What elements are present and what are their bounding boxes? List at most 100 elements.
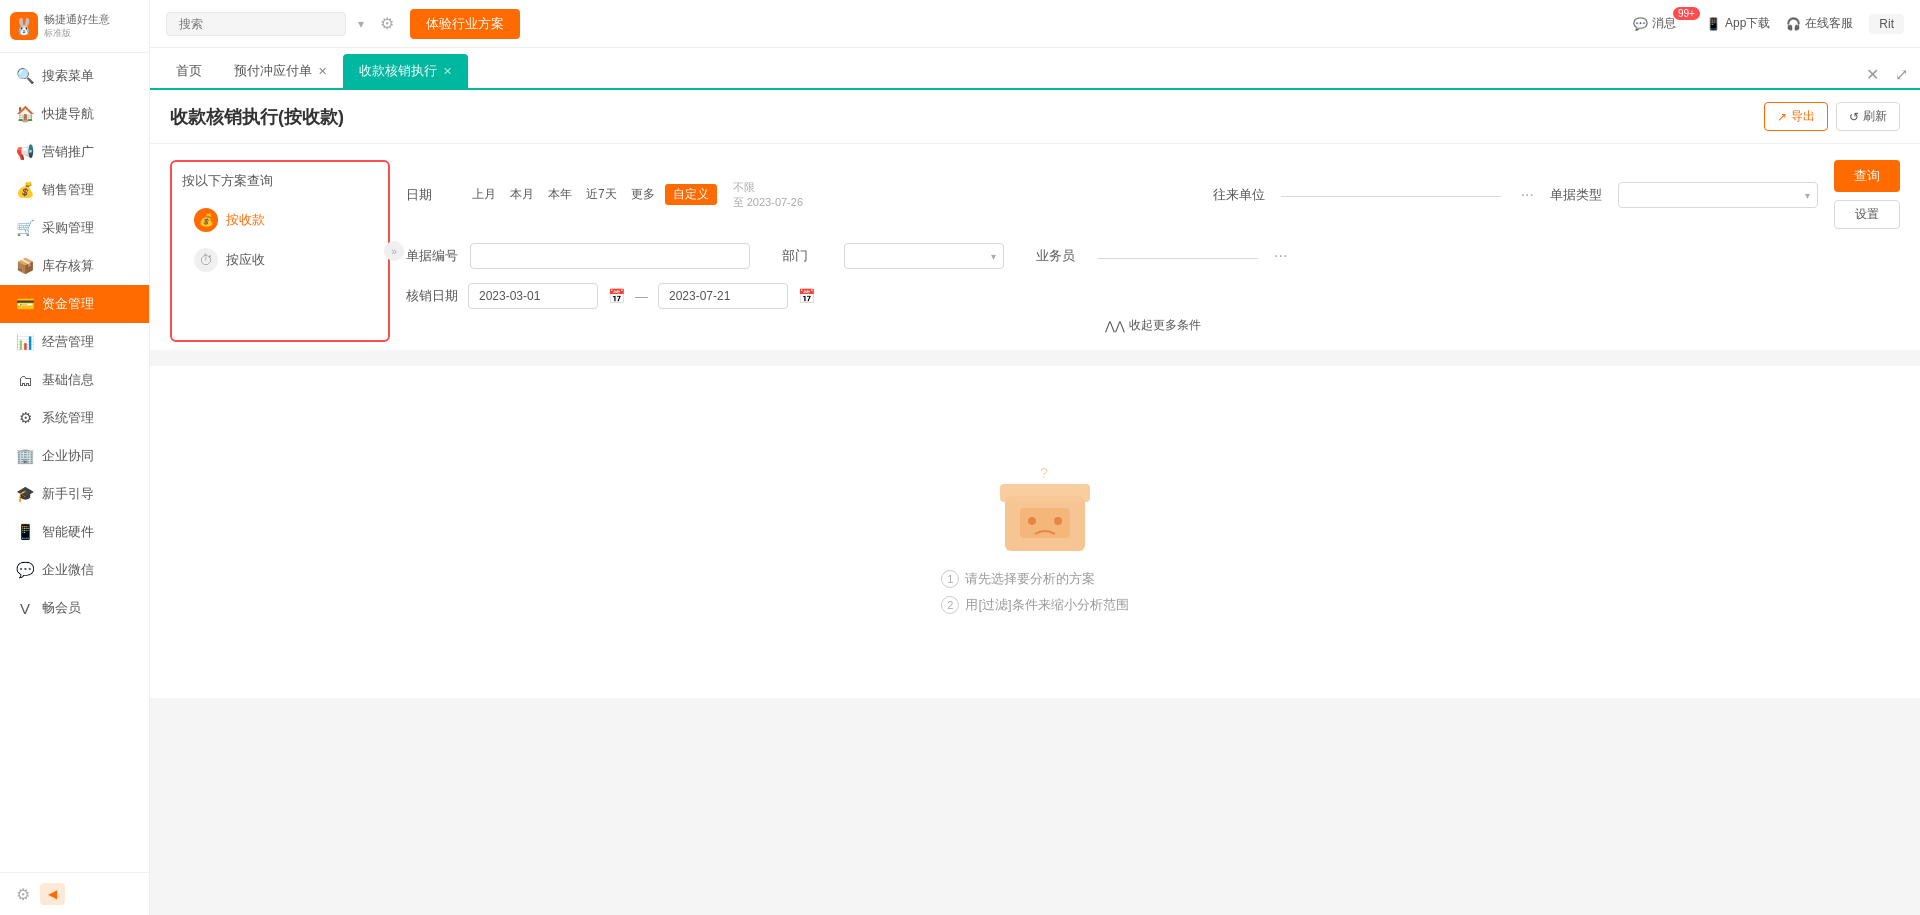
app-download-button[interactable]: 📱 App下载 <box>1706 15 1770 32</box>
filter-row-2: 单据编号 部门 ▾ 业务员 ··· <box>406 243 1900 269</box>
topbar-search-input[interactable] <box>166 12 346 36</box>
tab-home[interactable]: 首页 <box>160 54 218 88</box>
tab-prepay[interactable]: 预付冲应付单 ✕ <box>218 54 343 88</box>
department-label: 部门 <box>782 247 832 265</box>
filter-section: 按以下方案查询 💰 按收款 ⏱ 按应收 » 日期 <box>150 144 1920 350</box>
department-field: ▾ <box>844 243 1004 269</box>
salesperson-dots[interactable]: ··· <box>1274 247 1287 265</box>
query-button[interactable]: 查询 <box>1834 160 1900 192</box>
date-last-month-btn[interactable]: 上月 <box>468 184 500 205</box>
sidebar-item-finance[interactable]: 💳 资金管理 <box>0 285 149 323</box>
tab-receipt-verify[interactable]: 收款核销执行 ✕ <box>343 54 468 88</box>
sidebar-label-operation: 经营管理 <box>42 333 94 351</box>
sidebar-label-finance: 资金管理 <box>42 295 94 313</box>
message-button[interactable]: 💬 消息 99+ <box>1633 15 1690 32</box>
tab-receipt-close-icon[interactable]: ✕ <box>443 65 452 78</box>
verify-date-separator: — <box>635 289 648 304</box>
message-icon: 💬 <box>1633 17 1648 31</box>
collapse-up-icon: ⋀⋀ <box>1105 319 1125 333</box>
filter-sidebar-collapse-icon[interactable]: » <box>384 241 404 261</box>
verify-date-start-calendar-icon[interactable]: 📅 <box>608 288 625 304</box>
sidebar: 🐰 畅捷通好生意 标准版 🔍 搜索菜单 🏠 快捷导航 📢 营销推广 💰 销售管理… <box>0 0 150 915</box>
vip-nav-icon: V <box>16 600 34 617</box>
sidebar-item-purchase[interactable]: 🛒 采购管理 <box>0 209 149 247</box>
department-select[interactable] <box>844 243 1004 269</box>
verify-date-start-input[interactable] <box>468 283 598 309</box>
guide-nav-icon: 🎓 <box>16 485 34 503</box>
sidebar-item-enterprise[interactable]: 🏢 企业协同 <box>0 437 149 475</box>
tab-close-all-button[interactable]: ✕ <box>1862 61 1883 88</box>
sales-nav-icon: 💰 <box>16 181 34 199</box>
salesperson-label: 业务员 <box>1036 247 1086 265</box>
tab-prepay-close-icon[interactable]: ✕ <box>318 65 327 78</box>
filter-actions: 查询 设置 <box>1834 160 1900 229</box>
user-menu[interactable]: Rit <box>1869 14 1904 34</box>
tab-home-label: 首页 <box>176 62 202 80</box>
date-this-year-btn[interactable]: 本年 <box>544 184 576 205</box>
verify-date-end-calendar-icon[interactable]: 📅 <box>798 288 815 304</box>
empty-hint-2: 2 用[过滤]条件来缩小分析范围 <box>941 592 1128 618</box>
settings-button[interactable]: 设置 <box>1834 200 1900 229</box>
date-custom-btn[interactable]: 自定义 <box>665 184 717 205</box>
filter-form: 日期 上月 本月 本年 近7天 更多 自定义 不限 至 2023-07-26 <box>406 160 1900 342</box>
topbar-dropdown-icon[interactable]: ▾ <box>358 17 364 31</box>
sidebar-item-guide[interactable]: 🎓 新手引导 <box>0 475 149 513</box>
sidebar-bottom: ⚙ ◀ <box>0 872 149 915</box>
doc-type-select[interactable] <box>1618 182 1818 208</box>
message-badge: 99+ <box>1673 7 1700 20</box>
sidebar-item-quick-nav[interactable]: 🏠 快捷导航 <box>0 95 149 133</box>
service-button[interactable]: 🎧 在线客服 <box>1786 15 1853 32</box>
solution-button[interactable]: 体验行业方案 <box>410 9 520 39</box>
tab-expand-button[interactable]: ⤢ <box>1891 61 1912 88</box>
filter-sidebar: 按以下方案查询 💰 按收款 ⏱ 按应收 » <box>170 160 390 342</box>
sidebar-item-system[interactable]: ⚙ 系统管理 <box>0 399 149 437</box>
doc-number-label: 单据编号 <box>406 247 458 265</box>
settings-bottom-icon[interactable]: ⚙ <box>16 885 30 904</box>
empty-illustration: ? <box>985 446 1085 546</box>
collapse-more-button[interactable]: ⋀⋀ 收起更多条件 <box>1105 317 1201 334</box>
doc-number-input[interactable] <box>470 243 750 269</box>
filter-row-1: 日期 上月 本月 本年 近7天 更多 自定义 不限 至 2023-07-26 <box>406 160 1900 229</box>
purchase-nav-icon: 🛒 <box>16 219 34 237</box>
counterpart-dots[interactable]: ··· <box>1521 186 1534 204</box>
export-button[interactable]: ↗ 导出 <box>1764 102 1828 131</box>
filter-option-by-receipt[interactable]: 💰 按收款 <box>182 200 378 240</box>
sidebar-collapse-button[interactable]: ◀ <box>40 883 65 905</box>
sidebar-item-search[interactable]: 🔍 搜索菜单 <box>0 57 149 95</box>
doc-type-label: 单据类型 <box>1550 186 1602 204</box>
marketing-nav-icon: 📢 <box>16 143 34 161</box>
topbar-gear-icon[interactable]: ⚙ <box>380 14 394 33</box>
by-receivable-icon: ⏱ <box>194 248 218 272</box>
topbar-right: 💬 消息 99+ 📱 App下载 🎧 在线客服 Rit <box>1633 14 1904 34</box>
sidebar-item-inventory[interactable]: 📦 库存核算 <box>0 247 149 285</box>
operation-nav-icon: 📊 <box>16 333 34 351</box>
hardware-nav-icon: 📱 <box>16 523 34 541</box>
export-icon: ↗ <box>1777 110 1787 124</box>
date-more-btn[interactable]: 更多 <box>627 184 659 205</box>
sidebar-item-sales[interactable]: 💰 销售管理 <box>0 171 149 209</box>
page-actions: ↗ 导出 ↺ 刷新 <box>1764 102 1900 131</box>
empty-svg-illustration: ? <box>985 446 1105 556</box>
sidebar-item-hardware[interactable]: 📱 智能硬件 <box>0 513 149 551</box>
app-icon: 📱 <box>1706 17 1721 31</box>
sidebar-label-sales: 销售管理 <box>42 181 94 199</box>
tab-receipt-label: 收款核销执行 <box>359 62 437 80</box>
filter-option-by-receivable[interactable]: ⏱ 按应收 <box>182 240 378 280</box>
counterpart-doctype-section: 往来单位 ··· 单据类型 ▾ <box>1213 160 1900 229</box>
sidebar-item-wechat[interactable]: 💬 企业微信 <box>0 551 149 589</box>
date-last-7days-btn[interactable]: 近7天 <box>582 184 621 205</box>
sidebar-item-marketing[interactable]: 📢 营销推广 <box>0 133 149 171</box>
service-icon: 🎧 <box>1786 17 1801 31</box>
empty-hints: 1 请先选择要分析的方案 2 用[过滤]条件来缩小分析范围 <box>941 566 1128 618</box>
page-title: 收款核销执行(按收款) <box>170 105 344 129</box>
hint-text-1: 请先选择要分析的方案 <box>965 566 1095 592</box>
date-this-month-btn[interactable]: 本月 <box>506 184 538 205</box>
sidebar-item-operation[interactable]: 📊 经营管理 <box>0 323 149 361</box>
tabs-bar: 首页 预付冲应付单 ✕ 收款核销执行 ✕ ✕ ⤢ <box>150 48 1920 90</box>
sidebar-item-basic-info[interactable]: 🗂 基础信息 <box>0 361 149 399</box>
verify-date-end-input[interactable] <box>658 283 788 309</box>
logo-icon: 🐰 <box>10 12 38 40</box>
refresh-button[interactable]: ↺ 刷新 <box>1836 102 1900 131</box>
sidebar-item-vip[interactable]: V 畅会员 <box>0 589 149 627</box>
verify-date-row: 核销日期 📅 — 📅 <box>406 283 1900 309</box>
